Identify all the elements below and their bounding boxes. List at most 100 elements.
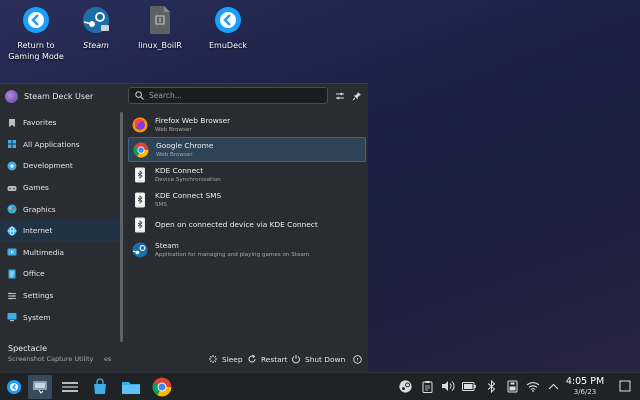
app-item-open-via-kde-connect[interactable]: Open on connected device via KDE Connect [128,212,366,237]
category-multimedia[interactable]: Multimedia [0,242,124,264]
chrome-taskbar-button[interactable] [150,375,174,399]
app-item-firefox[interactable]: Firefox Web Browser Web Browser [128,112,366,137]
sidebar-scrollbar[interactable] [120,112,123,342]
firefox-icon [132,117,148,133]
restart-button[interactable]: Restart [247,354,288,364]
steam-icon [80,4,112,36]
app-item-kde-connect[interactable]: KDE Connect Device Synchronization [128,162,366,187]
category-label: System [23,312,51,322]
pager-button[interactable] [28,375,52,399]
category-system[interactable]: System [0,306,124,328]
desktop-icon-label: linux_BoilR [138,41,182,50]
chrome-icon [152,377,172,397]
emudeck-icon [212,4,244,36]
office-icon [8,269,16,279]
clipboard-icon [422,380,432,393]
storage-icon [507,380,517,392]
category-label: Favorites [23,118,57,128]
chevron-up-icon [548,383,558,389]
restart-icon [247,354,257,364]
category-label: All Applications [23,139,80,149]
app-name: KDE Connect SMS [155,190,222,200]
task-manager-icon [62,382,78,392]
kde-connect-icon [132,167,148,183]
wifi-button[interactable] [526,379,540,393]
desktop-icon-label: Steam [83,41,109,50]
graphics-icon [7,204,17,214]
category-favorites[interactable]: Favorites [0,112,124,134]
avatar [5,89,18,103]
desktop-icon-linux-boilr[interactable]: linux_BoilR [124,4,196,51]
pin-button[interactable] [350,89,364,103]
category-label: Games [23,183,49,193]
application-list: Firefox Web Browser Web Browser Google C… [128,112,366,262]
clipboard-button[interactable] [420,379,434,393]
sleep-button[interactable]: Sleep [208,354,243,364]
bluetooth-button[interactable] [484,379,498,393]
category-list: Favorites All Applications Development G… [0,112,124,328]
desktop-icon-emudeck[interactable]: EmuDeck [192,4,264,51]
app-name: KDE Connect [155,165,204,175]
category-settings[interactable]: Settings [0,285,124,307]
power-icon [291,354,301,364]
show-desktop-button[interactable] [618,379,632,393]
more-power-options-button[interactable] [352,354,366,364]
application-launcher-menu: Steam Deck User Favorites All Applicatio… [0,83,368,372]
category-development[interactable]: Development [0,155,124,177]
configure-button[interactable] [333,89,347,103]
shutdown-button[interactable]: Shut Down [291,354,345,364]
category-label: Multimedia [23,247,65,257]
dolphin-button[interactable] [118,375,144,399]
file-icon [144,4,176,36]
battery-button[interactable] [462,379,476,393]
app-item-google-chrome[interactable]: Google Chrome Web Browser [128,137,366,162]
wifi-icon [526,381,540,392]
discover-icon [94,378,106,394]
pager-icon [33,381,47,394]
category-games[interactable]: Games [0,177,124,199]
discover-button[interactable] [88,375,112,399]
desktop-icon-label: Return to Gaming Mode [8,41,64,61]
sliders-icon [336,92,344,100]
chrome-icon [133,142,149,158]
desktop-icon-steam[interactable]: Steam [60,4,132,51]
folder-icon [122,382,140,394]
app-description: SMS [155,201,167,208]
volume-button[interactable] [441,379,455,393]
globe-icon [7,226,17,236]
expand-tray-button[interactable] [546,379,560,393]
app-item-steam[interactable]: Steam Application for managing and playi… [128,237,366,262]
desktop: Return to Gaming Mode Steam linux_BoilR … [0,0,640,80]
system-icon [7,313,17,322]
app-launcher-icon [7,380,21,394]
shutdown-label: Shut Down [305,354,346,364]
app-launcher-button[interactable] [4,375,24,399]
task-manager-button[interactable] [58,375,82,399]
kde-connect-sms-icon [132,192,148,208]
digital-clock[interactable]: 4:05 PM 3/6/23 [560,376,610,397]
multimedia-icon [7,248,17,256]
search-field[interactable] [128,87,328,104]
battery-icon [462,381,476,391]
bluetooth-icon [487,379,495,393]
search-input[interactable] [149,91,319,100]
steam-tray-button[interactable] [398,379,412,393]
category-all-applications[interactable]: All Applications [0,134,124,156]
grid-icon [8,140,16,149]
category-office[interactable]: Office [0,263,124,285]
app-description: Device Synchronization [155,176,221,183]
development-icon [7,161,17,171]
storage-button[interactable] [505,379,519,393]
category-graphics[interactable]: Graphics [0,198,124,220]
category-internet[interactable]: Internet [0,219,124,242]
menu-footer: Spectacle Screenshot Capture Utility es … [0,342,368,373]
show-desktop-icon [619,380,631,392]
app-name: Open on connected device via KDE Connect [155,219,318,229]
user-header[interactable]: Steam Deck User [0,84,124,108]
restart-label: Restart [261,354,288,364]
app-item-kde-connect-sms[interactable]: KDE Connect SMS SMS [128,187,366,212]
clock-time: 4:05 PM [565,376,605,387]
app-name: Firefox Web Browser [155,115,231,125]
category-label: Internet [23,226,53,236]
return-arrow-icon [20,4,52,36]
